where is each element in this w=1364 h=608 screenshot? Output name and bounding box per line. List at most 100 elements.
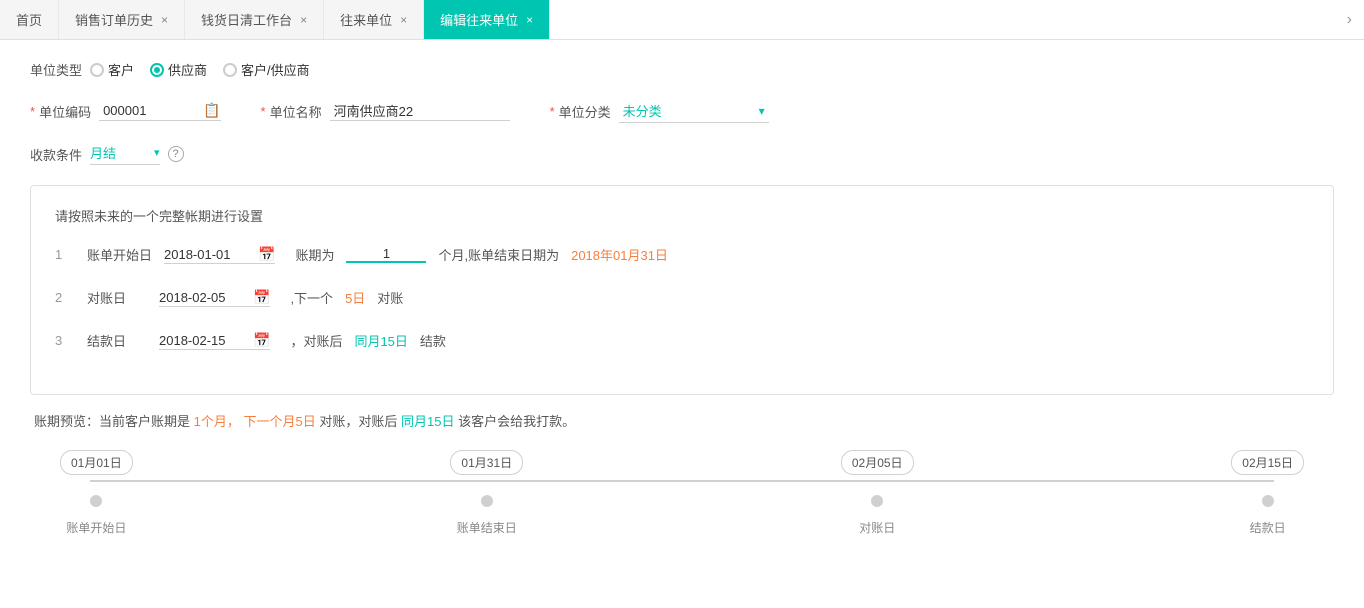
unit-category-field: * 单位分类 未分类 ▾ <box>550 99 769 123</box>
radio-customer[interactable]: 客户 <box>90 60 134 79</box>
tab-edit-partner-label: 编辑往来单位 <box>440 10 518 29</box>
tab-sales-history-close[interactable]: × <box>161 13 168 27</box>
tl-dot-3 <box>871 495 883 507</box>
unit-code-icon[interactable]: 📋 <box>203 102 220 119</box>
timeline-point-4: 02月15日 结款日 <box>1231 450 1304 536</box>
setting-row-3: 3 结款日 📅 ，对账后 同月15日 结款 <box>55 331 1309 350</box>
tl-sub-1: 账单开始日 <box>66 519 126 536</box>
preview-section: 账期预览：当前客户账期是 1个月， 下一个月5日 对账，对账后 同月15日 该客… <box>30 411 1334 430</box>
tab-home[interactable]: 首页 <box>0 0 59 39</box>
preview-part3: 对账，对账后 <box>319 414 397 429</box>
reconcile-desc-suffix: 对账 <box>377 288 403 307</box>
unit-name-input[interactable] <box>330 101 510 121</box>
main-content: 单位类型 客户 供应商 客户/供应商 * 单位编码 <box>0 40 1364 608</box>
tab-cash-work-label: 钱货日清工作台 <box>201 10 292 29</box>
radio-both[interactable]: 客户/供应商 <box>223 60 310 79</box>
reconcile-date-calendar[interactable]: 📅 <box>253 289 270 306</box>
payment-cond-chevron: ▾ <box>154 146 160 159</box>
row-num-3: 3 <box>55 333 75 348</box>
timeline-point-2: 01月31日 账单结束日 <box>450 450 523 536</box>
reconcile-date-field: 📅 <box>159 289 270 307</box>
unit-type-radio-group: 客户 供应商 客户/供应商 <box>90 60 310 79</box>
radio-supplier-circle <box>150 63 164 77</box>
payment-cond-value: 月结 <box>90 143 150 162</box>
unit-code-label: 单位编码 <box>39 102 91 121</box>
start-date-input[interactable] <box>164 247 254 262</box>
preview-part5: 该客户会给我打款。 <box>458 414 575 429</box>
tab-partner-unit-label: 往来单位 <box>340 10 392 29</box>
timeline-point-1: 01月01日 账单开始日 <box>60 450 133 536</box>
unit-name-field: * 单位名称 <box>261 101 510 121</box>
payment-cond-help[interactable]: ? <box>168 146 184 162</box>
setting-row-2: 2 对账日 📅 ,下一个 5日 对账 <box>55 288 1309 307</box>
tl-label-2: 01月31日 <box>450 450 523 475</box>
tab-sales-history-label: 销售订单历史 <box>75 10 153 29</box>
row-label-3: 结款日 <box>87 331 147 350</box>
tab-sales-history[interactable]: 销售订单历史 × <box>59 0 185 39</box>
radio-supplier[interactable]: 供应商 <box>150 60 207 79</box>
tab-cash-work[interactable]: 钱货日清工作台 × <box>185 0 324 39</box>
tab-home-label: 首页 <box>16 10 42 29</box>
tl-dot-2 <box>481 495 493 507</box>
box-title: 请按照未来的一个完整帐期进行设置 <box>55 206 1309 225</box>
period-unit: 个月,账单结束日期为 <box>438 245 559 264</box>
preview-part2: 下一个月5日 <box>244 414 316 429</box>
radio-customer-label: 客户 <box>108 60 134 79</box>
tl-label-1: 01月01日 <box>60 450 133 475</box>
unit-name-label: 单位名称 <box>270 102 322 121</box>
radio-both-label: 客户/供应商 <box>241 60 310 79</box>
setting-row-1: 1 账单开始日 📅 账期为 个月,账单结束日期为 2018年01月31日 <box>55 245 1309 264</box>
unit-code-input-wrap: 📋 <box>99 101 220 121</box>
reconcile-desc-prefix: ,下一个 <box>290 288 333 307</box>
payment-date-field: 📅 <box>159 332 270 350</box>
unit-code-field: * 单位编码 📋 <box>30 101 221 121</box>
unit-code-star: * <box>30 104 35 119</box>
unit-name-star: * <box>261 104 266 119</box>
payment-cond-label: 收款条件 <box>30 145 82 164</box>
unit-code-input[interactable] <box>99 101 199 120</box>
start-date-calendar[interactable]: 📅 <box>258 246 275 263</box>
unit-type-field: 单位类型 客户 供应商 客户/供应商 <box>30 60 310 79</box>
row-label-2: 对账日 <box>87 288 147 307</box>
payment-cond-row: 收款条件 月结 ▾ ? <box>30 143 1334 165</box>
tl-sub-3: 对账日 <box>859 519 895 536</box>
tl-dot-1 <box>90 495 102 507</box>
row-label-1: 账单开始日 <box>87 245 152 264</box>
period-label: 账期为 <box>295 245 334 264</box>
tl-label-3: 02月05日 <box>841 450 914 475</box>
payment-highlight: 同月15日 <box>354 331 407 350</box>
tab-partner-unit-close[interactable]: × <box>400 13 407 27</box>
preview-part4: 同月15日 <box>401 414 454 429</box>
tl-label-4: 02月15日 <box>1231 450 1304 475</box>
unit-category-select[interactable]: 未分类 ▾ <box>619 99 769 123</box>
row-num-1: 1 <box>55 247 75 262</box>
timeline-wrapper: 01月01日 账单开始日 01月31日 账单结束日 02月05日 对账日 02月… <box>30 450 1334 576</box>
period-value-input[interactable] <box>346 246 426 263</box>
payment-desc-suffix: 结款 <box>420 331 446 350</box>
tab-edit-partner[interactable]: 编辑往来单位 × <box>424 0 550 39</box>
preview-label: 账期预览：当前客户账期是 <box>34 414 190 429</box>
row-num-2: 2 <box>55 290 75 305</box>
reconcile-highlight: 5日 <box>345 288 365 307</box>
radio-customer-circle <box>90 63 104 77</box>
start-date-field: 📅 <box>164 246 275 264</box>
period-end-date: 2018年01月31日 <box>571 245 668 264</box>
payment-cond-select[interactable]: 月结 ▾ <box>90 143 160 165</box>
tab-partner-unit[interactable]: 往来单位 × <box>324 0 424 39</box>
payment-desc-prefix: ，对账后 <box>290 331 342 350</box>
unit-category-star: * <box>550 104 555 119</box>
tl-sub-4: 结款日 <box>1250 519 1286 536</box>
code-name-row: * 单位编码 📋 * 单位名称 * 单位分类 未分类 ▾ <box>30 99 1334 123</box>
payment-date-calendar[interactable]: 📅 <box>253 332 270 349</box>
tab-cash-work-close[interactable]: × <box>300 13 307 27</box>
unit-category-chevron: ▾ <box>759 104 765 118</box>
tab-edit-partner-close[interactable]: × <box>526 13 533 27</box>
tab-more-button[interactable]: › <box>1335 11 1364 29</box>
preview-part1: 1个月， <box>194 414 240 429</box>
unit-type-label: 单位类型 <box>30 60 82 79</box>
tl-dot-4 <box>1262 495 1274 507</box>
unit-category-value: 未分类 <box>623 101 751 120</box>
payment-date-input[interactable] <box>159 333 249 348</box>
tl-sub-2: 账单结束日 <box>457 519 517 536</box>
reconcile-date-input[interactable] <box>159 290 249 305</box>
